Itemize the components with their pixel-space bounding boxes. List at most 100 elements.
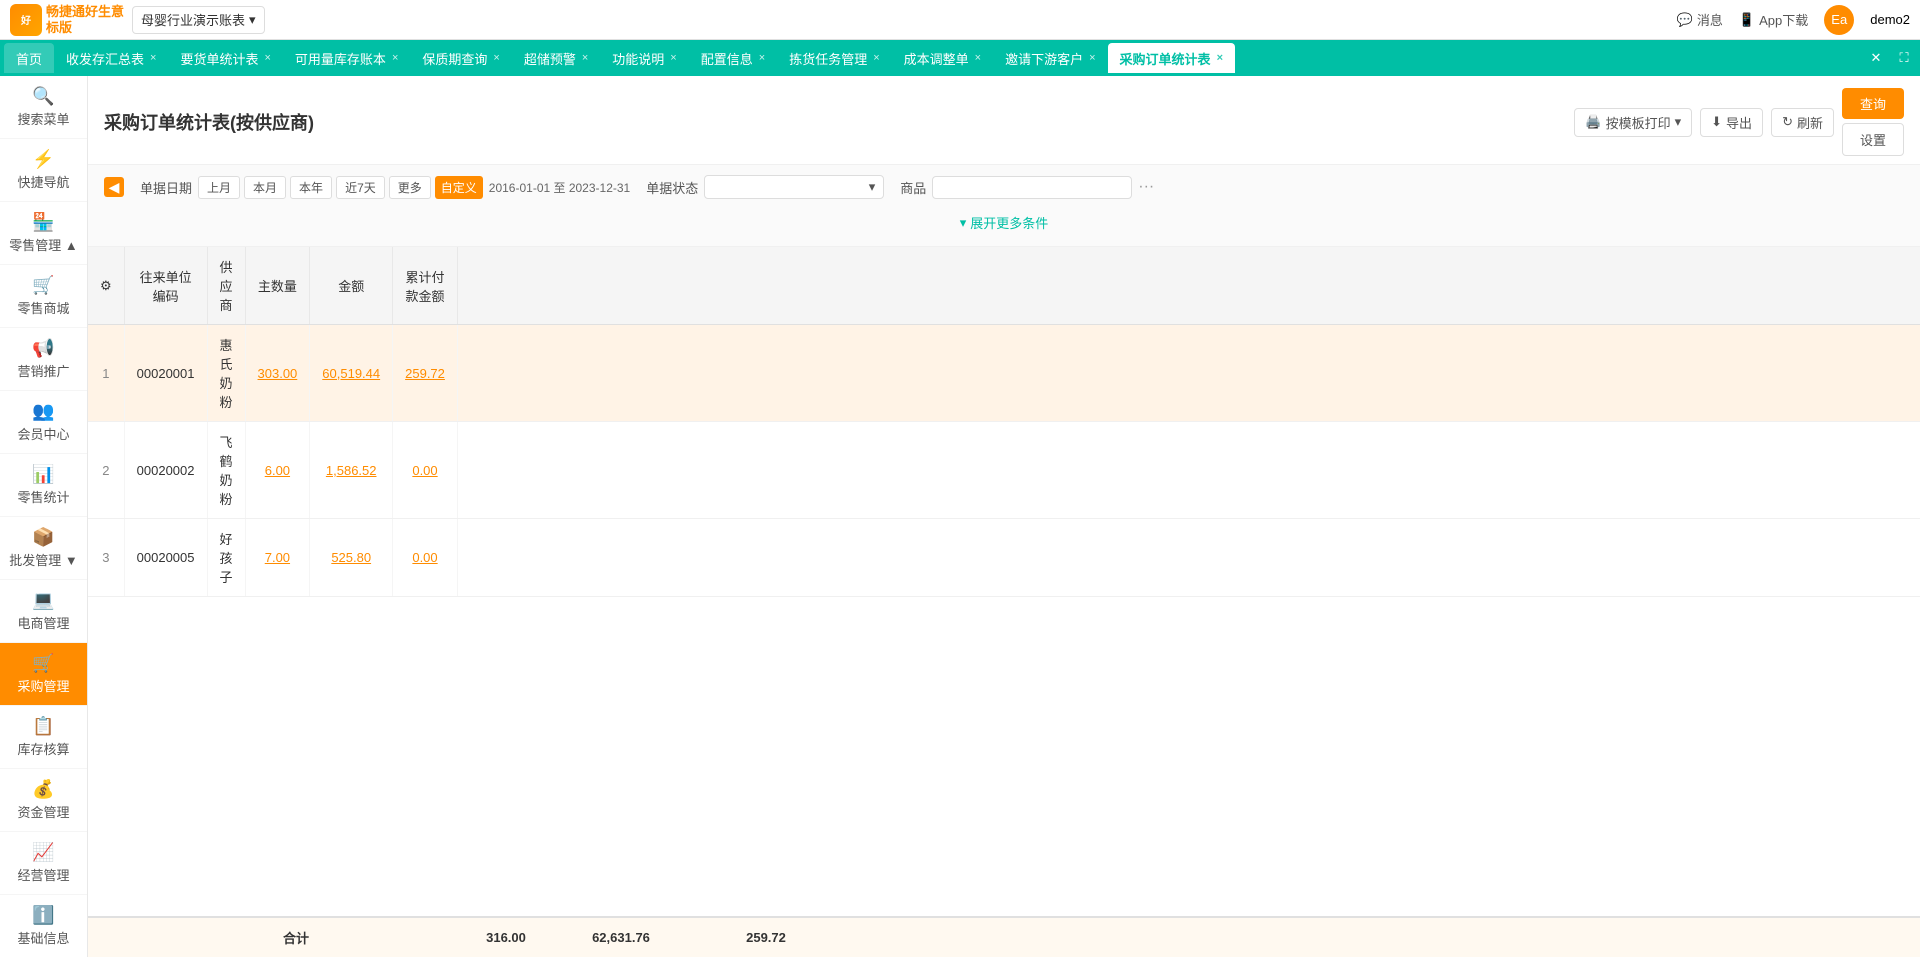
sidebar-item-finance[interactable]: 💰 资金管理 xyxy=(0,769,87,832)
row-index: 3 xyxy=(88,519,124,597)
top-bar-left: 好 畅捷通好生意 标版 母婴行业演示账表 ▾ xyxy=(10,4,265,36)
filter-bar: ◀ 单据日期 上月 本月 本年 近7天 更多 自定义 2016-01-01 至 … xyxy=(88,165,1920,247)
close-icon[interactable]: × xyxy=(1217,52,1223,64)
nav-expand-btn[interactable]: ⛶ xyxy=(1892,46,1916,70)
main-layout: 🔍 搜索菜单 ⚡ 快捷导航 🏪 零售管理 ▲ 🛒 零售商城 📢 营销推广 👥 xyxy=(0,76,1920,957)
quick-icon: ⚡ xyxy=(32,149,54,170)
close-icon[interactable]: × xyxy=(264,52,270,64)
sidebar-item-marketing[interactable]: 📢 营销推广 xyxy=(0,328,87,391)
tab-jianhuo[interactable]: 拣货任务管理 × xyxy=(777,43,891,73)
close-icon[interactable]: × xyxy=(759,52,765,64)
toggle-filter-btn[interactable]: ◀ xyxy=(104,177,124,197)
col-extra xyxy=(457,247,1920,325)
sidebar-item-retail-shop[interactable]: 🛒 零售商城 xyxy=(0,265,87,328)
goods-input[interactable] xyxy=(932,176,1132,199)
close-icon[interactable]: × xyxy=(493,52,499,64)
workspace-selector[interactable]: 母婴行业演示账表 ▾ xyxy=(132,6,265,34)
date-btn-more[interactable]: 更多 xyxy=(389,176,431,199)
page-header-actions: 🖨️ 按模板打印 ▾ ⬇ 导出 ↻ 刷新 查询 设置 xyxy=(1574,88,1904,156)
refresh-icon: ↻ xyxy=(1782,114,1793,130)
sidebar-item-operations[interactable]: 📈 经营管理 xyxy=(0,832,87,895)
logo-area: 好 畅捷通好生意 标版 xyxy=(10,4,124,36)
tab-home[interactable]: 首页 xyxy=(4,43,54,73)
export-icon: ⬇ xyxy=(1711,114,1722,130)
tab-baozhi[interactable]: 保质期查询 × xyxy=(410,43,511,73)
tab-shoufacun[interactable]: 收发存汇总表 × xyxy=(54,43,168,73)
goods-more-btn[interactable]: ··· xyxy=(1138,178,1154,196)
row-paid: 0.00 xyxy=(393,422,458,519)
query-button[interactable]: 查询 xyxy=(1842,88,1904,119)
sidebar-item-member[interactable]: 👥 会员中心 xyxy=(0,391,87,454)
tab-keyong[interactable]: 可用量库存账本 × xyxy=(283,43,410,73)
data-table: ⚙ 往来单位编码 供应商 主数量 金额 累计付款金额 1 00020001 xyxy=(88,247,1920,597)
goods-filter-group: 商品 ··· xyxy=(900,176,1154,199)
tab-gongneng[interactable]: 功能说明 × xyxy=(600,43,688,73)
close-icon[interactable]: × xyxy=(392,52,398,64)
app-download-btn[interactable]: 📱 App下载 xyxy=(1739,10,1808,29)
sidebar: 🔍 搜索菜单 ⚡ 快捷导航 🏪 零售管理 ▲ 🛒 零售商城 📢 营销推广 👥 xyxy=(0,76,88,957)
close-icon[interactable]: × xyxy=(150,52,156,64)
tab-chengben[interactable]: 成本调整单 × xyxy=(892,43,993,73)
page-header: 采购订单统计表(按供应商) 🖨️ 按模板打印 ▾ ⬇ 导出 ↻ 刷新 xyxy=(88,76,1920,165)
date-btn-this-year[interactable]: 本年 xyxy=(290,176,332,199)
sidebar-item-retail-stat[interactable]: 📊 零售统计 xyxy=(0,454,87,517)
tab-chaochu[interactable]: 超储预警 × xyxy=(512,43,600,73)
settings-button[interactable]: 设置 xyxy=(1842,123,1904,156)
row-supplier: 惠氏奶粉 xyxy=(207,325,245,422)
status-select-value xyxy=(713,180,862,195)
date-btn-last-month[interactable]: 上月 xyxy=(198,176,240,199)
row-qty: 303.00 xyxy=(245,325,310,422)
tab-caigou[interactable]: 采购订单统计表 × xyxy=(1108,43,1235,73)
sidebar-item-purchase[interactable]: 🛒 采购管理 xyxy=(0,643,87,706)
date-btn-7days[interactable]: 近7天 xyxy=(336,176,385,199)
logo-icon: 好 xyxy=(10,4,42,36)
sidebar-item-quick[interactable]: ⚡ 快捷导航 xyxy=(0,139,87,202)
table-footer: 合计 316.00 62,631.76 259.72 xyxy=(88,916,1920,957)
footer-qty: 316.00 xyxy=(456,930,556,945)
logo-text: 畅捷通好生意 标版 xyxy=(46,4,124,35)
status-filter-group: 单据状态 ▾ xyxy=(646,175,884,199)
sidebar-item-wholesale[interactable]: 📦 批发管理 ▼ xyxy=(0,517,87,580)
date-btn-custom[interactable]: 自定义 xyxy=(435,176,483,199)
close-icon[interactable]: × xyxy=(582,52,588,64)
avatar[interactable]: Ea xyxy=(1824,5,1854,35)
date-btn-this-month[interactable]: 本月 xyxy=(244,176,286,199)
close-icon[interactable]: × xyxy=(975,52,981,64)
date-range-display: 2016-01-01 至 2023-12-31 xyxy=(489,179,630,196)
col-qty: 主数量 xyxy=(245,247,310,325)
sidebar-nav: 🔍 搜索菜单 ⚡ 快捷导航 🏪 零售管理 ▲ 🛒 零售商城 📢 营销推广 👥 xyxy=(0,76,87,957)
col-paid: 累计付款金额 xyxy=(393,247,458,325)
retail-icon: 🏪 xyxy=(32,212,54,233)
refresh-button[interactable]: ↻ 刷新 xyxy=(1771,108,1834,137)
expand-more-btn[interactable]: ▾ 展开更多条件 xyxy=(956,209,1053,236)
table-row: 3 00020005 好孩子 7.00 525.80 0.00 xyxy=(88,519,1920,597)
row-code: 00020005 xyxy=(124,519,207,597)
close-icon[interactable]: × xyxy=(1089,52,1095,64)
nav-end-buttons: ✕ ⛶ xyxy=(1864,46,1916,70)
export-button[interactable]: ⬇ 导出 xyxy=(1700,108,1763,137)
status-select[interactable]: ▾ xyxy=(704,175,884,199)
stat-icon: 📊 xyxy=(32,464,54,485)
print-button[interactable]: 🖨️ 按模板打印 ▾ xyxy=(1574,108,1692,137)
sidebar-item-inventory[interactable]: 📋 库存核算 xyxy=(0,706,87,769)
sidebar-item-retail-mgmt[interactable]: 🏪 零售管理 ▲ xyxy=(0,202,87,265)
username: demo2 xyxy=(1870,12,1910,27)
col-settings[interactable]: ⚙ xyxy=(88,247,124,325)
sidebar-item-search[interactable]: 🔍 搜索菜单 xyxy=(0,76,87,139)
message-btn[interactable]: 💬 消息 xyxy=(1677,10,1723,29)
tab-peizhi[interactable]: 配置信息 × xyxy=(689,43,777,73)
close-icon[interactable]: × xyxy=(670,52,676,64)
tab-yaohuo[interactable]: 要货单统计表 × xyxy=(168,43,282,73)
download-icon: 📱 xyxy=(1739,12,1755,28)
top-bar-right: 💬 消息 📱 App下载 Ea demo2 xyxy=(1677,5,1910,35)
sidebar-item-basics[interactable]: ℹ️ 基础信息 xyxy=(0,895,87,957)
finance-icon: 💰 xyxy=(32,779,54,800)
sidebar-item-ecommerce[interactable]: 💻 电商管理 xyxy=(0,580,87,643)
tab-yaoqing[interactable]: 邀请下游客户 × xyxy=(993,43,1107,73)
close-icon[interactable]: × xyxy=(873,52,879,64)
marketing-icon: 📢 xyxy=(32,338,54,359)
inventory-icon: 📋 xyxy=(32,716,54,737)
col-amount: 金额 xyxy=(310,247,393,325)
date-filter-label: 单据日期 xyxy=(140,178,192,197)
nav-close-btn[interactable]: ✕ xyxy=(1864,46,1888,70)
